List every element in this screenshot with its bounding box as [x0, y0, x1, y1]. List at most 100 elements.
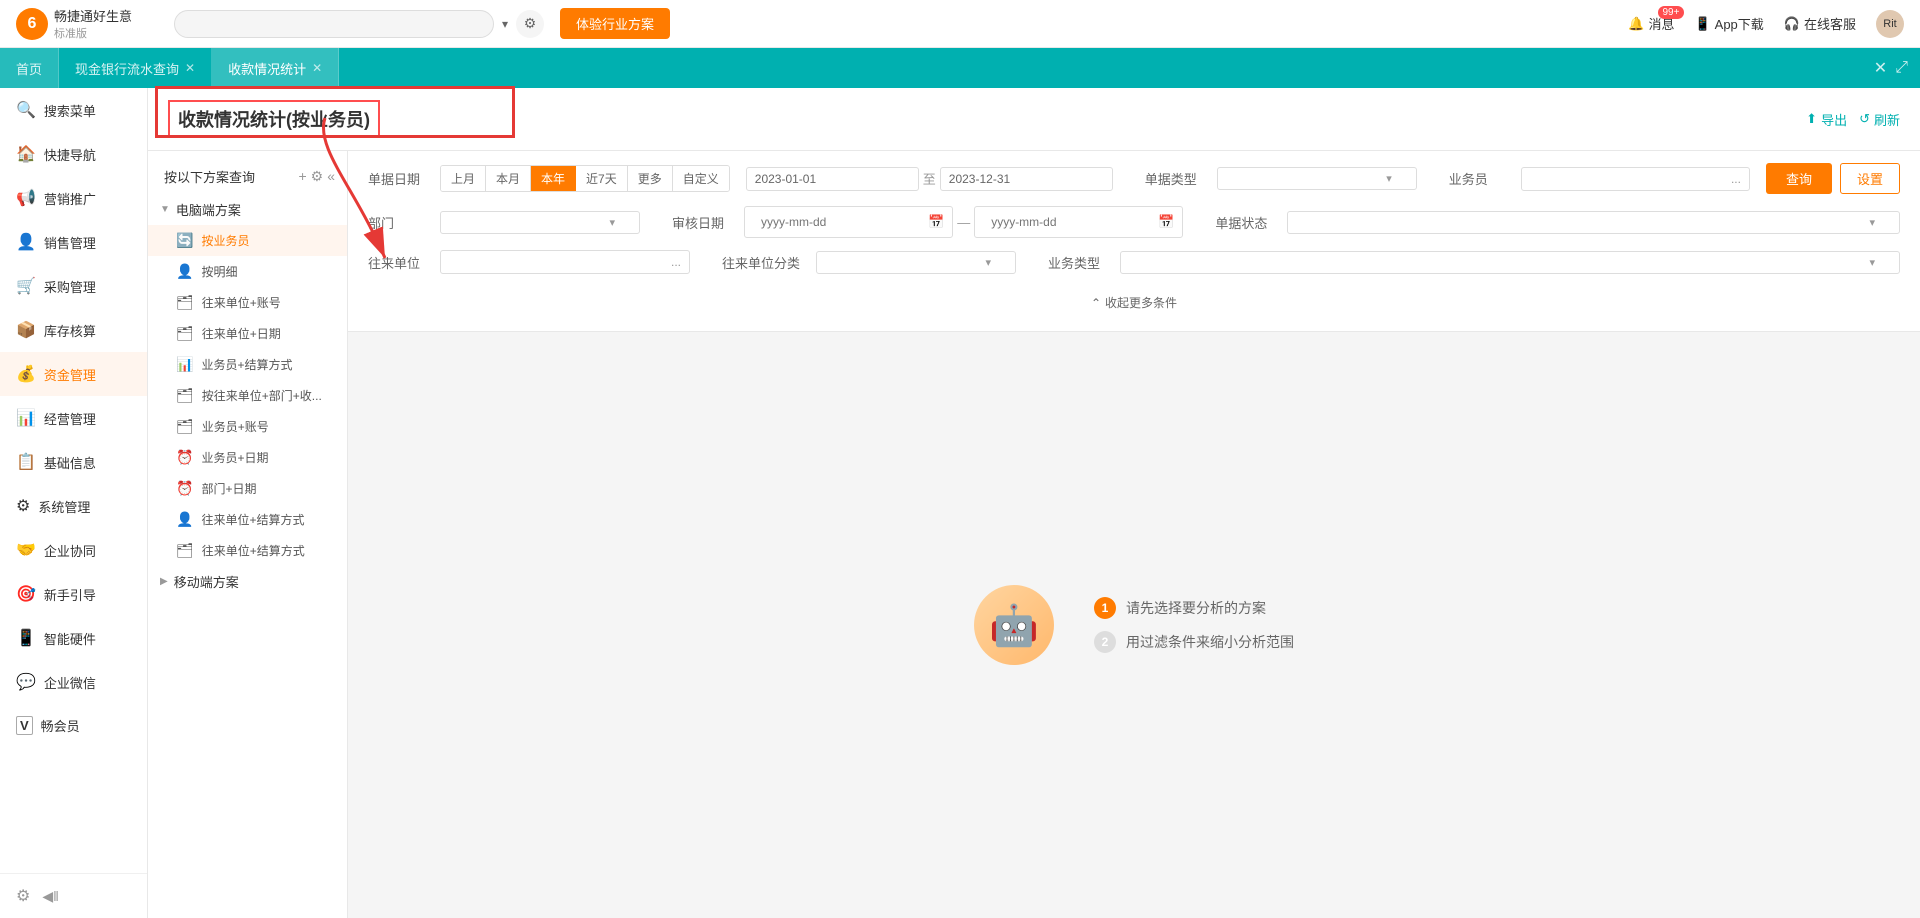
tab-receipt-stat-close[interactable]: ✕ — [312, 61, 322, 75]
scheme-item-counter-settle2[interactable]: 🗂 往来单位+结算方式 — [148, 535, 347, 566]
sidebar-item-corp-wechat[interactable]: 💬 企业微信 — [0, 660, 147, 704]
scheme-item-sales-acct[interactable]: 🗂 业务员+账号 — [148, 411, 347, 442]
review-date-start-wrapper[interactable]: 📅 — [744, 206, 953, 238]
date-tab-this-month[interactable]: 本月 — [486, 166, 531, 191]
by-detail-label: 按明细 — [201, 263, 237, 280]
window-close-icon[interactable]: ✕ — [1874, 58, 1887, 78]
sidebar-item-smart-hw[interactable]: 📱 智能硬件 — [0, 616, 147, 660]
export-button[interactable]: ⬆ 导出 — [1806, 110, 1847, 129]
gear-button[interactable]: ⚙ — [516, 10, 544, 38]
scheme-item-sales-date[interactable]: ⏰ 业务员+日期 — [148, 442, 347, 473]
tab-bank-flow[interactable]: 现金银行流水查询 ✕ — [59, 48, 212, 88]
scheme-item-counter-dept[interactable]: 🗂 按往来单位+部门+收... — [148, 380, 347, 411]
top-search-bar[interactable] — [174, 10, 494, 38]
scheme-item-dept-date[interactable]: ⏰ 部门+日期 — [148, 473, 347, 504]
sidebar-gear-icon[interactable]: ⚙ — [16, 886, 30, 906]
counterparty-cat-select[interactable]: ▾ — [816, 251, 1016, 274]
header-actions: ⬆ 导出 ↺ 刷新 — [1806, 110, 1900, 129]
review-date-end-wrapper[interactable]: 📅 — [974, 206, 1183, 238]
sidebar-item-marketing[interactable]: 📢 营销推广 — [0, 176, 147, 220]
review-date-start[interactable] — [753, 211, 924, 233]
dept-select[interactable]: ▾ — [440, 211, 640, 234]
date-tab-last-month[interactable]: 上月 — [441, 166, 486, 191]
scheme-group-pc-title[interactable]: ▼ 电脑端方案 — [148, 194, 347, 225]
sidebar-collapse-icon[interactable]: ◀‖ — [42, 888, 59, 905]
biz-type-select[interactable]: ▾ — [1120, 251, 1900, 274]
sidebar-item-purchase[interactable]: 🛒 采购管理 — [0, 264, 147, 308]
doc-type-label: 单据类型 — [1145, 169, 1201, 188]
tab-bank-flow-close[interactable]: ✕ — [185, 61, 195, 75]
counterparty-label: 往来单位 — [368, 253, 424, 272]
sidebar-item-finance[interactable]: 💰 资金管理 — [0, 352, 147, 396]
app-download-item[interactable]: 📱 App下载 — [1694, 14, 1763, 33]
doc-status-select[interactable]: ▾ — [1287, 211, 1900, 234]
top-middle: ▾ ⚙ 体验行业方案 — [502, 8, 670, 39]
empty-state-container: 🤖 1 请先选择要分析的方案 2 用过滤条件来缩小分析范围 — [974, 585, 1294, 665]
doc-type-arrow: ▾ — [1386, 172, 1392, 185]
scheme-group-mobile: ▶ 移动端方案 — [148, 566, 347, 597]
tab-bar: 首页 现金银行流水查询 ✕ 收款情况统计 ✕ ✕ ⤢ — [0, 48, 1920, 88]
top-right: 🔔 消息 99+ 📱 App下载 🎧 在线客服 Rit — [1628, 10, 1904, 38]
collapse-more-button[interactable]: ⌃ 收起更多条件 — [368, 286, 1900, 319]
counterparty-input[interactable]: ... — [440, 250, 690, 274]
sidebar-item-search-menu[interactable]: 🔍 搜索菜单 — [0, 88, 147, 132]
by-salesman-icon: 🔄 — [176, 232, 193, 249]
set-button[interactable]: 设置 — [1840, 163, 1900, 194]
step-1-text: 请先选择要分析的方案 — [1126, 598, 1266, 618]
scheme-item-sales-settle[interactable]: 📊 业务员+结算方式 — [148, 349, 347, 380]
scheme-collapse-button[interactable]: « — [327, 168, 335, 185]
sidebar-item-quick-nav[interactable]: 🏠 快捷导航 — [0, 132, 147, 176]
page-title: 收款情况统计(按业务员) — [168, 100, 380, 138]
trial-button[interactable]: 体验行业方案 — [560, 8, 670, 39]
tab-home[interactable]: 首页 — [0, 48, 59, 88]
sidebar-item-member[interactable]: V 畅会员 — [0, 704, 147, 747]
calendar-icon-1[interactable]: 📅 — [928, 214, 944, 230]
scheme-group-mobile-title[interactable]: ▶ 移动端方案 — [148, 566, 347, 597]
tab-receipt-stat[interactable]: 收款情况统计 ✕ — [212, 48, 339, 88]
sidebar-item-beginner[interactable]: 🎯 新手引导 — [0, 572, 147, 616]
review-date-end[interactable] — [983, 211, 1154, 233]
date-tab-custom[interactable]: 自定义 — [673, 166, 729, 191]
salesman-input[interactable]: ... — [1521, 167, 1750, 191]
scheme-item-by-salesman[interactable]: 🔄 按业务员 — [148, 225, 347, 256]
date-tab-this-year[interactable]: 本年 — [531, 166, 576, 191]
app-download-label: App下载 — [1715, 14, 1764, 33]
search-input[interactable] — [174, 10, 494, 38]
page-header: 收款情况统计(按业务员) ⬆ 导出 ↺ 刷新 — [148, 88, 1920, 151]
scheme-setting-button[interactable]: ⚙ — [311, 168, 324, 185]
salesman-more-btn[interactable]: ... — [1731, 172, 1741, 186]
scheme-item-by-detail[interactable]: 👤 按明细 — [148, 256, 347, 287]
export-label: 导出 — [1821, 110, 1847, 129]
window-expand-icon[interactable]: ⤢ — [1895, 59, 1908, 77]
date-tab-last-7[interactable]: 近7天 — [576, 166, 628, 191]
sidebar-item-corp-coop[interactable]: 🤝 企业协同 — [0, 528, 147, 572]
sidebar-item-operation[interactable]: 📊 经营管理 — [0, 396, 147, 440]
purchase-icon: 🛒 — [16, 276, 36, 296]
date-tab-more[interactable]: 更多 — [628, 166, 673, 191]
counter-settle2-icon: 🗂 — [176, 542, 194, 559]
sidebar-item-sales[interactable]: 👤 销售管理 — [0, 220, 147, 264]
sidebar-bottom: ⚙ ◀‖ — [0, 873, 147, 918]
query-button[interactable]: 查询 — [1766, 163, 1832, 194]
calendar-icon-2[interactable]: 📅 — [1158, 214, 1174, 230]
doc-type-select[interactable]: ▾ — [1217, 167, 1417, 190]
mobile-group-triangle: ▶ — [160, 576, 168, 587]
refresh-button[interactable]: ↺ 刷新 — [1859, 110, 1900, 129]
date-start-input[interactable] — [746, 167, 919, 191]
sidebar-item-system[interactable]: ⚙ 系统管理 — [0, 484, 147, 528]
sidebar-item-basic-info[interactable]: 📋 基础信息 — [0, 440, 147, 484]
scheme-item-counter-acct[interactable]: 🗂 往来单位+账号 — [148, 287, 347, 318]
step-2-text: 用过滤条件来缩小分析范围 — [1126, 632, 1294, 652]
step-2-num: 2 — [1094, 631, 1116, 653]
notification-item[interactable]: 🔔 消息 99+ — [1628, 14, 1674, 33]
user-avatar[interactable]: Rit — [1876, 10, 1904, 38]
sidebar-item-inventory[interactable]: 📦 库存核算 — [0, 308, 147, 352]
add-scheme-button[interactable]: + — [298, 168, 306, 185]
counterparty-more-btn[interactable]: ... — [671, 255, 681, 269]
download-icon: 📱 — [1694, 16, 1710, 32]
dropdown-arrow-icon[interactable]: ▾ — [502, 17, 508, 31]
online-service-item[interactable]: 🎧 在线客服 — [1784, 14, 1856, 33]
scheme-item-counter-settle[interactable]: 👤 往来单位+结算方式 — [148, 504, 347, 535]
scheme-item-counter-date[interactable]: 🗂 往来单位+日期 — [148, 318, 347, 349]
date-end-input[interactable] — [940, 167, 1113, 191]
